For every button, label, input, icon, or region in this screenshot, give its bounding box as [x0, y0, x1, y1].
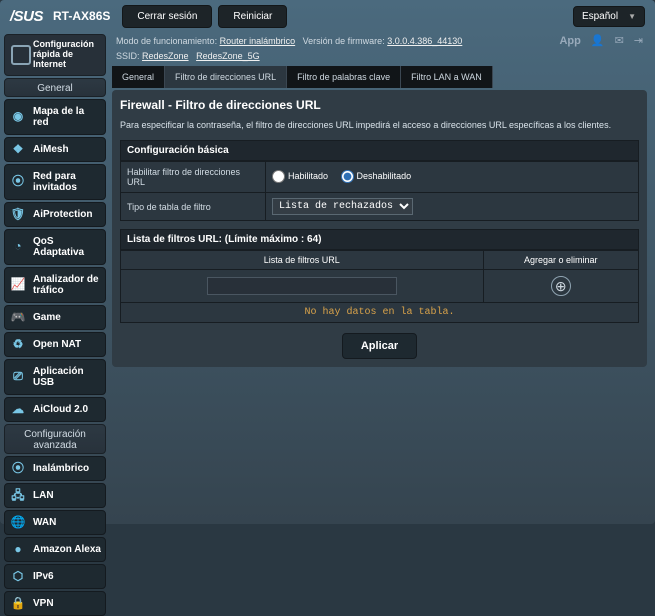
chevron-down-icon: ▼ [628, 12, 636, 21]
globe-icon: ◉ [11, 110, 25, 124]
radio-enabled-label: Habilitado [288, 171, 328, 181]
tab-url-filter[interactable]: Filtro de direcciones URL [165, 66, 287, 88]
sidebar-item-wireless[interactable]: ⦿ Inalámbrico [4, 456, 106, 481]
sidebar-item-label: Red para invitados [33, 171, 101, 193]
guest-icon: ⦿ [11, 175, 25, 189]
mesh-icon: ❖ [11, 142, 25, 156]
top-bar: /SUS RT-AX86S Cerrar sesión Reiniciar Es… [0, 0, 655, 32]
sidebar-item-label: LAN [33, 490, 54, 501]
model-name: RT-AX86S [53, 9, 110, 23]
apply-button[interactable]: Aplicar [342, 333, 417, 359]
radio-disabled[interactable]: Deshabilitado [341, 170, 412, 183]
fw-label: Versión de firmware: [303, 36, 385, 46]
col-add-remove: Agregar o eliminar [483, 251, 638, 270]
tabs: General Filtro de direcciones URL Filtro… [112, 66, 647, 88]
mode-label: Modo de funcionamiento: [116, 36, 217, 46]
nat-icon: ♻ [11, 337, 25, 351]
mode-value-link[interactable]: Router inalámbrico [220, 36, 296, 46]
sidebar-item-label: Analizador de tráfico [33, 274, 101, 296]
language-label: Español [582, 11, 618, 22]
sidebar-item-qos[interactable]: ◔ QoS Adaptativa [4, 229, 106, 265]
ssid-label: SSID: [116, 51, 140, 61]
sidebar-item-label: Amazon Alexa [33, 544, 101, 555]
status-line-1: Modo de funcionamiento: Router inalámbri… [112, 32, 647, 49]
fw-value-link[interactable]: 3.0.0.4.386_44130 [387, 36, 462, 46]
email-icon[interactable]: ✉ [615, 34, 624, 47]
cloud-icon: ☁ [11, 402, 25, 416]
enable-filter-label: Habilitar filtro de direcciones URL [121, 162, 266, 193]
ipv6-icon: ⬡ [11, 569, 25, 583]
sidebar-item-aimesh[interactable]: ❖ AiMesh [4, 137, 106, 162]
sidebar-item-label: AiProtection [33, 209, 92, 220]
sidebar-item-label: Open NAT [33, 339, 81, 350]
ssid2-link[interactable]: RedesZone_5G [196, 51, 260, 61]
quick-setup-label: Configuración rápida de Internet [33, 40, 100, 70]
lan-icon: 🖧 [11, 488, 25, 502]
tab-general[interactable]: General [112, 66, 165, 88]
gauge-icon: ◔ [11, 240, 25, 254]
alexa-icon: ● [11, 542, 25, 556]
sidebar-item-label: QoS Adaptativa [33, 236, 101, 258]
language-dropdown[interactable]: Español ▼ [573, 6, 645, 27]
brand-logo: /SUS [10, 8, 43, 25]
panel-title: Firewall - Filtro de direcciones URL [120, 98, 639, 112]
add-button[interactable]: ⊕ [551, 276, 571, 296]
sidebar-item-lan[interactable]: 🖧 LAN [4, 483, 106, 508]
sidebar-item-label: Mapa de la red [33, 106, 101, 128]
logout-button[interactable]: Cerrar sesión [122, 5, 212, 28]
url-input[interactable] [207, 277, 397, 295]
sidebar-item-vpn[interactable]: 🔒 VPN [4, 591, 106, 616]
user-icon[interactable]: 👤 [591, 34, 605, 47]
shield-icon: 🛡 [11, 207, 25, 221]
quick-setup-button[interactable]: Configuración rápida de Internet [4, 34, 106, 76]
vpn-icon: 🔒 [11, 596, 25, 610]
sidebar-item-label: Game [33, 312, 61, 323]
logout-icon[interactable]: ⇥ [634, 34, 643, 47]
sidebar-item-label: Inalámbrico [33, 463, 89, 474]
sidebar-item-guest-network[interactable]: ⦿ Red para invitados [4, 164, 106, 200]
sidebar-item-label: VPN [33, 598, 54, 609]
sidebar-item-aicloud[interactable]: ☁ AiCloud 2.0 [4, 397, 106, 422]
sidebar-item-label: Aplicación USB [33, 366, 101, 388]
chart-icon: 📈 [11, 278, 25, 292]
ssid1-link[interactable]: RedesZone [142, 51, 189, 61]
radio-disabled-label: Deshabilitado [357, 171, 412, 181]
sidebar: Configuración rápida de Internet General… [0, 32, 106, 616]
sidebar-item-label: WAN [33, 517, 56, 528]
panel-desc: Para especificar la contraseña, el filtr… [120, 120, 639, 130]
sidebar-item-usb-app[interactable]: ⎚ Aplicación USB [4, 359, 106, 395]
sidebar-item-label: AiCloud 2.0 [33, 404, 88, 415]
sidebar-item-open-nat[interactable]: ♻ Open NAT [4, 332, 106, 357]
filter-type-label: Tipo de tabla de filtro [121, 193, 266, 221]
sidebar-item-ipv6[interactable]: ⬡ IPv6 [4, 564, 106, 589]
wan-icon: 🌐 [11, 515, 25, 529]
sidebar-item-traffic-analyzer[interactable]: 📈 Analizador de tráfico [4, 267, 106, 303]
sidebar-item-game[interactable]: 🎮 Game [4, 305, 106, 330]
sidebar-section-general: General [4, 78, 106, 97]
wifi-icon: ⦿ [11, 461, 25, 475]
sidebar-item-wan[interactable]: 🌐 WAN [4, 510, 106, 535]
tab-keyword-filter[interactable]: Filtro de palabras clave [287, 66, 401, 88]
sidebar-item-aiprotection[interactable]: 🛡 AiProtection [4, 202, 106, 227]
no-data-message: No hay datos en la tabla. [120, 303, 639, 323]
sidebar-section-advanced: Configuración avanzada [4, 424, 106, 454]
sidebar-item-label: AiMesh [33, 144, 69, 155]
radio-enabled[interactable]: Habilitado [272, 170, 328, 183]
basic-config-header: Configuración básica [120, 140, 639, 161]
main-panel: Firewall - Filtro de direcciones URL Par… [112, 90, 647, 367]
reboot-button[interactable]: Reiniciar [218, 5, 287, 28]
gamepad-icon: 🎮 [11, 310, 25, 324]
sidebar-item-label: IPv6 [33, 571, 54, 582]
tab-lan-to-wan[interactable]: Filtro LAN a WAN [401, 66, 493, 88]
sidebar-item-alexa[interactable]: ● Amazon Alexa [4, 537, 106, 562]
usb-icon: ⎚ [11, 370, 25, 384]
status-line-2: SSID: RedesZone RedesZone_5G [112, 49, 647, 63]
app-link[interactable]: App [559, 35, 580, 47]
filter-type-select[interactable]: Lista de rechazados [272, 198, 413, 215]
url-list-header: Lista de filtros URL: (Límite máximo : 6… [120, 229, 639, 250]
sidebar-item-network-map[interactable]: ◉ Mapa de la red [4, 99, 106, 135]
col-url-list: Lista de filtros URL [121, 251, 484, 270]
